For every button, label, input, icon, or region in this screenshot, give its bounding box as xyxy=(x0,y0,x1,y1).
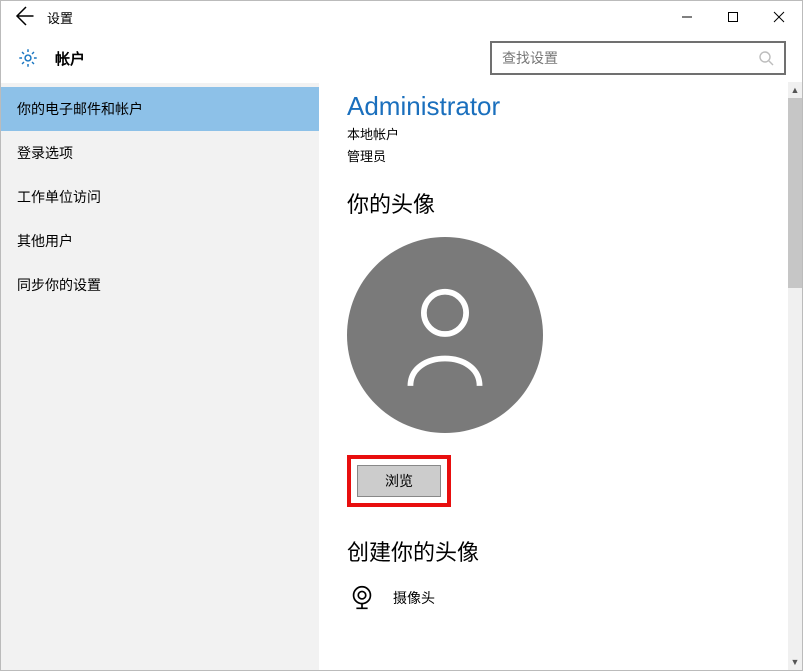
window-title: 设置 xyxy=(47,8,73,27)
browse-button[interactable]: 浏览 xyxy=(357,465,441,497)
sidebar-item-other-users[interactable]: 其他用户 xyxy=(1,219,319,263)
account-type: 本地帐户 xyxy=(347,126,778,144)
sidebar: 你的电子邮件和帐户 登录选项 工作单位访问 其他用户 同步你的设置 xyxy=(1,83,319,670)
sidebar-item-label: 登录选项 xyxy=(17,143,73,163)
search-icon xyxy=(758,50,774,66)
account-name: Administrator xyxy=(347,91,778,122)
search-input[interactable]: 查找设置 xyxy=(490,41,786,75)
titlebar: 设置 xyxy=(1,1,802,33)
minimize-button[interactable] xyxy=(664,1,710,33)
sidebar-item-label: 其他用户 xyxy=(17,231,73,251)
scroll-down-icon[interactable]: ▼ xyxy=(788,654,802,670)
scrollbar-thumb[interactable] xyxy=(788,98,802,288)
sidebar-item-email-accounts[interactable]: 你的电子邮件和帐户 xyxy=(1,87,319,131)
sidebar-item-label: 工作单位访问 xyxy=(17,187,101,207)
gear-icon xyxy=(17,47,39,69)
sidebar-item-label: 同步你的设置 xyxy=(17,275,101,295)
sidebar-item-sync-settings[interactable]: 同步你的设置 xyxy=(1,263,319,307)
close-button[interactable] xyxy=(756,1,802,33)
section-title: 帐户 xyxy=(55,48,85,69)
header: 帐户 查找设置 xyxy=(1,33,802,83)
search-placeholder: 查找设置 xyxy=(502,48,758,68)
person-icon xyxy=(397,280,493,390)
account-role: 管理员 xyxy=(347,148,778,166)
create-avatar-heading: 创建你的头像 xyxy=(347,535,778,567)
browse-button-label: 浏览 xyxy=(385,471,413,491)
scroll-up-icon[interactable]: ▲ xyxy=(788,82,802,98)
sidebar-item-label: 你的电子邮件和帐户 xyxy=(17,99,143,119)
sidebar-item-signin-options[interactable]: 登录选项 xyxy=(1,131,319,175)
avatar-placeholder xyxy=(347,237,543,433)
content-area: Administrator 本地帐户 管理员 你的头像 浏览 创建你的头像 xyxy=(319,83,802,670)
camera-icon xyxy=(347,583,377,613)
avatar-heading: 你的头像 xyxy=(347,187,778,219)
browse-highlight: 浏览 xyxy=(347,455,451,507)
sidebar-item-work-access[interactable]: 工作单位访问 xyxy=(1,175,319,219)
scrollbar[interactable]: ▲ ▼ xyxy=(788,82,802,670)
back-button[interactable] xyxy=(11,4,35,31)
maximize-button[interactable] xyxy=(710,1,756,33)
camera-option[interactable]: 摄像头 xyxy=(393,588,435,608)
